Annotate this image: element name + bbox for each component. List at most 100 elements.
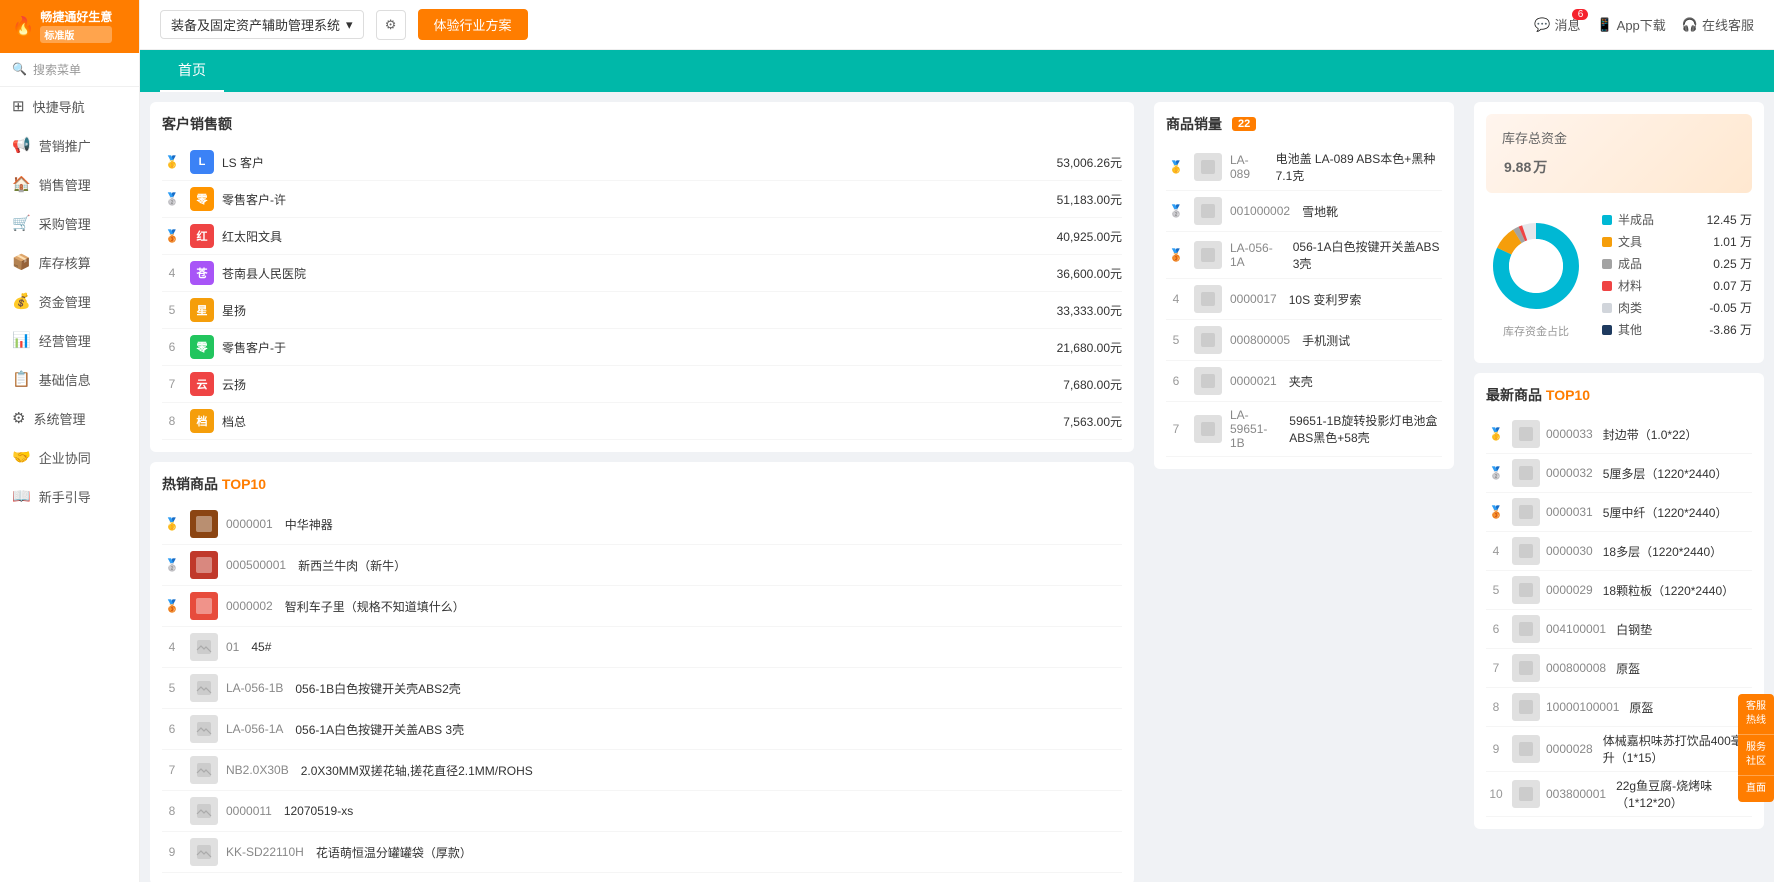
rank-medal-1: 🥇: [162, 155, 182, 169]
rank-name: 红太阳文具: [222, 228, 1049, 245]
product-image-placeholder: [1512, 654, 1540, 682]
product-image-placeholder: [190, 756, 218, 784]
latest-rank-num: 6: [1486, 622, 1506, 636]
left-panel: 客户销售额 🥇 L LS 客户 53,006.26元 🥈 零 零售客户-许 51…: [140, 92, 1144, 882]
rank-avatar: 苍: [190, 261, 214, 285]
hot-products-title: 热销商品 TOP10: [162, 474, 1122, 494]
product-rank-item: 4 0000017 10S 变利罗索: [1166, 279, 1442, 320]
rank-item: 🥉 红 红太阳文具 40,925.00元: [162, 218, 1122, 255]
latest-rank-num: 7: [1486, 661, 1506, 675]
rank-avatar: 星: [190, 298, 214, 322]
settings-button[interactable]: ⚙: [376, 10, 406, 40]
sidebar: 🔥 畅捷通好生意 标准版 🔍 搜索菜单 ⊞快捷导航📢营销推广🏠销售管理🛒采购管理…: [0, 0, 140, 882]
search-menu[interactable]: 🔍 搜索菜单: [0, 53, 139, 87]
rank-amount: 36,600.00元: [1057, 265, 1122, 282]
rank-avatar: 档: [190, 409, 214, 433]
sidebar-item-operation[interactable]: 📊经营管理: [0, 321, 139, 360]
prod-rank-medal: 🥇: [1166, 160, 1186, 174]
latest-product-item: 7 000800008 原盔: [1486, 649, 1752, 688]
rank-item: 4 苍 苍南县人民医院 36,600.00元: [162, 255, 1122, 292]
sidebar-item-guide[interactable]: 📖新手引导: [0, 477, 139, 516]
product-image-placeholder: [1194, 241, 1222, 269]
hot-products-card: 热销商品 TOP10 🥇 0000001 中华神器 🥈 000500001 新西…: [150, 462, 1134, 882]
tab-home[interactable]: 首页: [160, 50, 224, 92]
sidebar-item-sales[interactable]: 🏠 销售管理: [0, 165, 139, 204]
online-service-button[interactable]: 🎧 在线客服: [1682, 15, 1754, 34]
nav-label-basic: 基础信息: [39, 370, 91, 389]
latest-rank-num: 10: [1486, 787, 1506, 801]
product-ranking-card: 商品销量 22 🥇 LA-089 电池盖 LA-089 ABS本色+黑种 7.1…: [1154, 102, 1454, 469]
rank-name: LS 客户: [222, 154, 1049, 171]
latest-product-item: 4 0000030 18多层（1220*2440）: [1486, 532, 1752, 571]
tab-bar: 首页: [140, 50, 1774, 92]
nav-label-guide: 新手引导: [39, 487, 91, 506]
hot-rank-num: 9: [162, 845, 182, 859]
product-code: LA-056-1A: [226, 722, 283, 736]
sidebar-item-finance[interactable]: 💰资金管理: [0, 282, 139, 321]
trial-button[interactable]: 体验行业方案: [418, 9, 528, 40]
product-code: LA-056-1B: [226, 681, 283, 695]
hot-products-list: 🥇 0000001 中华神器 🥈 000500001 新西兰牛肉（新牛） 🥉 0…: [162, 504, 1122, 873]
nav-icon-sales: 🏠: [12, 175, 31, 193]
logo-badge: 标准版: [40, 26, 112, 43]
system-selector[interactable]: 装备及固定资产辅助管理系统 ▾: [160, 10, 364, 39]
sidebar-item-inventory[interactable]: 📦库存核算: [0, 243, 139, 282]
rank-avatar: 云: [190, 372, 214, 396]
product-name: 雪地靴: [1302, 203, 1338, 220]
nav-icon-system: ⚙: [12, 409, 25, 427]
rank-avatar: 红: [190, 224, 214, 248]
sidebar-item-purchase[interactable]: 🛒采购管理: [0, 204, 139, 243]
legend-item: 肉类 -0.05 万: [1602, 299, 1752, 316]
latest-product-item: 9 0000028 体械嘉枳味苏打饮品400毫升（1*15）: [1486, 727, 1752, 772]
rank-num: 7: [162, 377, 182, 391]
direct-btn[interactable]: 直面: [1738, 776, 1774, 802]
rank-num: 5: [162, 303, 182, 317]
latest-rank-num: 9: [1486, 742, 1506, 756]
sales-ranking-list: 🥇 L LS 客户 53,006.26元 🥈 零 零售客户-许 51,183.0…: [162, 144, 1122, 440]
rank-medal-2: 🥈: [162, 192, 182, 206]
inventory-card: 库存总资金 9.88万: [1474, 102, 1764, 363]
message-button[interactable]: 💬 消息 6: [1534, 15, 1580, 34]
right-panel: 库存总资金 9.88万: [1464, 92, 1774, 882]
sidebar-item-system[interactable]: ⚙系统管理: [0, 399, 139, 438]
product-name: 智利车子里（规格不知道填什么）: [285, 598, 465, 615]
service-community-btn[interactable]: 服务 社区: [1738, 735, 1774, 776]
latest-rank-medal: 🥈: [1486, 466, 1506, 480]
message-icon: 💬: [1534, 17, 1550, 33]
app-download-button[interactable]: 📱 App下载: [1596, 15, 1665, 34]
sidebar-item-cooperate[interactable]: 🤝企业协同: [0, 438, 139, 477]
inventory-donut-section: 库存资金占比 半成品 12.45 万 文具 1.01 万 成品 0.25 万 材…: [1486, 203, 1752, 351]
product-code: 0000032: [1546, 466, 1593, 480]
rank-avatar: L: [190, 150, 214, 174]
sidebar-item-basic[interactable]: 📋 基础信息: [0, 360, 139, 399]
rank-num: 8: [162, 414, 182, 428]
nav-icon-inventory: 📦: [12, 253, 31, 271]
rank-name: 零售客户-于: [222, 339, 1049, 356]
hot-product-item: 5 LA-056-1B 056-1B白色按键开关壳ABS2壳: [162, 668, 1122, 709]
nav-label-sales: 销售管理: [39, 175, 91, 194]
product-image-placeholder: [1512, 537, 1540, 565]
product-code: 0000028: [1546, 742, 1593, 756]
nav-icon-basic: 📋: [12, 370, 31, 388]
sidebar-item-quick-nav[interactable]: ⊞快捷导航: [0, 87, 139, 126]
rank-amount: 7,563.00元: [1063, 413, 1122, 430]
latest-products-list: 🥇 0000033 封边带（1.0*22） 🥈 0000032 5厘多层（122…: [1486, 415, 1752, 817]
product-name: 45#: [251, 640, 271, 654]
customer-service-btn[interactable]: 客服 热线: [1738, 694, 1774, 735]
online-service-label: 在线客服: [1702, 15, 1754, 34]
product-name: 白钢垫: [1616, 621, 1652, 638]
sales-ranking-card: 客户销售额 🥇 L LS 客户 53,006.26元 🥈 零 零售客户-许 51…: [150, 102, 1134, 452]
product-code: LA-59651-1B: [1230, 408, 1277, 450]
hot-product-item: 🥉 0000002 智利车子里（规格不知道填什么）: [162, 586, 1122, 627]
product-name: 花语萌恒温分罐罐袋（厚款）: [316, 844, 472, 861]
sidebar-item-marketing[interactable]: 📢营销推广: [0, 126, 139, 165]
nav-label-cooperate: 企业协同: [39, 448, 91, 467]
hot-product-item: 🥇 0000001 中华神器: [162, 504, 1122, 545]
legend-value: 0.25 万: [1713, 255, 1752, 272]
latest-product-item: 🥇 0000033 封边带（1.0*22）: [1486, 415, 1752, 454]
product-code: LA-056-1A: [1230, 241, 1281, 269]
hot-product-item: 8 0000011 12070519-xs: [162, 791, 1122, 832]
rank-amount: 21,680.00元: [1057, 339, 1122, 356]
product-image: [190, 510, 218, 538]
nav-icon-quick-nav: ⊞: [12, 97, 25, 115]
